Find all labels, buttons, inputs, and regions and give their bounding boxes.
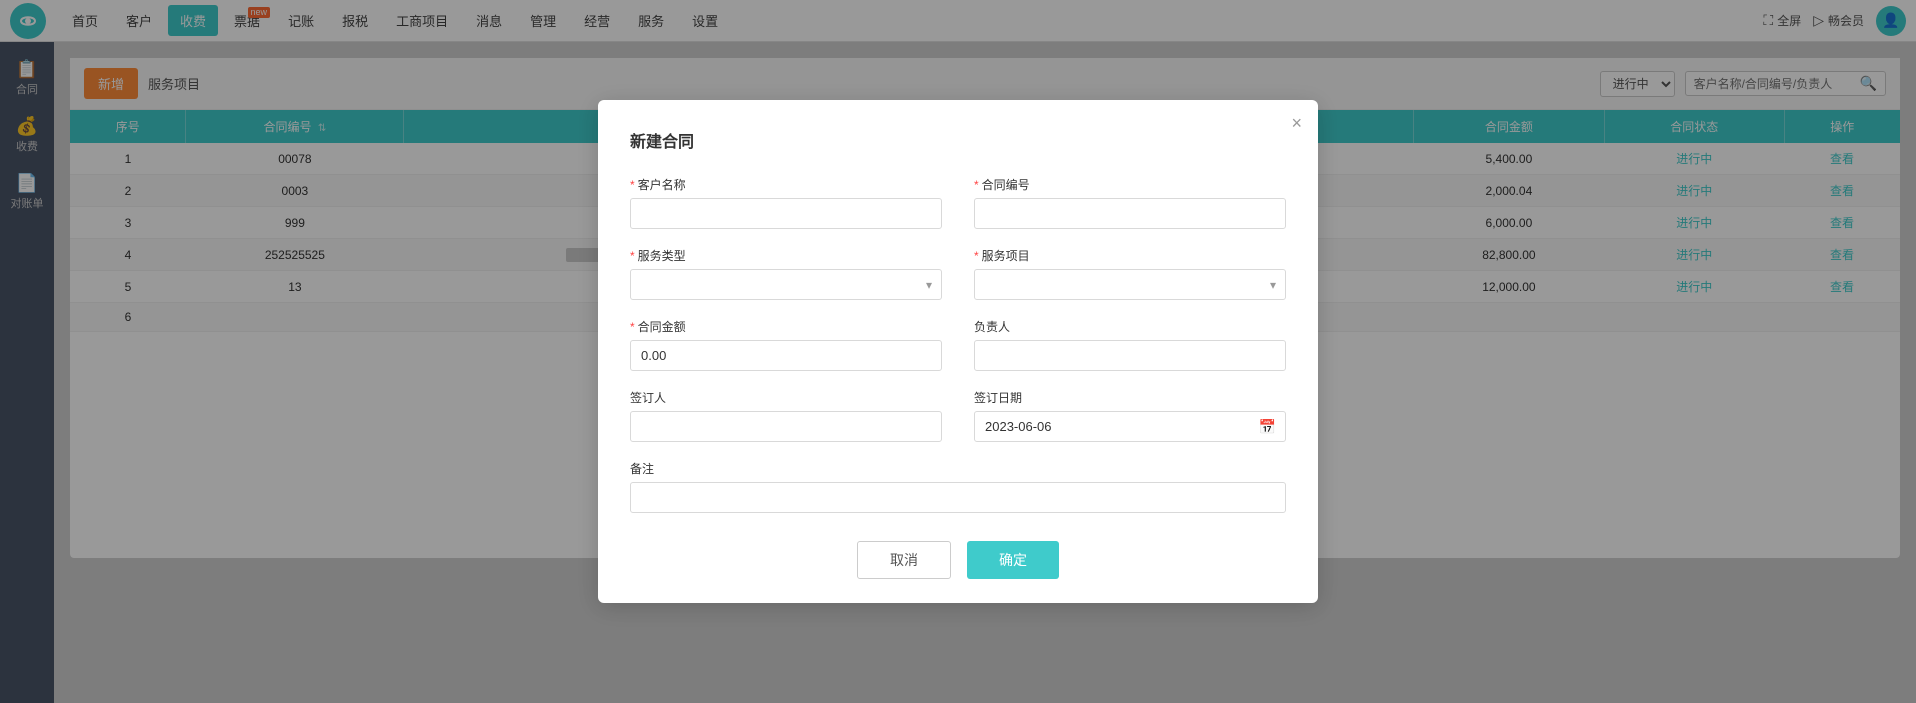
input-responsible[interactable] — [974, 340, 1286, 371]
required-star-2: * — [974, 178, 979, 192]
field-service-item: * 服务项目 ▾ — [974, 247, 1286, 300]
label-service-item: * 服务项目 — [974, 247, 1286, 264]
input-amount[interactable] — [630, 340, 942, 371]
field-amount: * 合同金额 — [630, 318, 942, 371]
field-responsible: 负责人 — [974, 318, 1286, 371]
cancel-button[interactable]: 取消 — [857, 541, 951, 579]
modal-overlay[interactable]: 新建合同 × * 客户名称 * 合同编号 — [0, 0, 1916, 703]
required-star-4: * — [974, 249, 979, 263]
required-star: * — [630, 178, 635, 192]
field-contract-no: * 合同编号 — [974, 176, 1286, 229]
date-wrap: 📅 — [974, 411, 1286, 442]
field-note: 备注 — [630, 460, 1286, 513]
input-contract-no[interactable] — [974, 198, 1286, 229]
modal: 新建合同 × * 客户名称 * 合同编号 — [598, 100, 1318, 603]
input-signer[interactable] — [630, 411, 942, 442]
field-customer-name: * 客户名称 — [630, 176, 942, 229]
label-signer: 签订人 — [630, 389, 942, 406]
service-type-select-wrap: ▾ — [630, 269, 942, 300]
label-amount: * 合同金额 — [630, 318, 942, 335]
form-grid: * 客户名称 * 合同编号 * 服务类型 — [630, 176, 1286, 513]
select-service-type[interactable] — [630, 269, 942, 300]
label-note: 备注 — [630, 460, 1286, 477]
service-item-select-wrap: ▾ — [974, 269, 1286, 300]
modal-close-button[interactable]: × — [1291, 114, 1302, 132]
field-service-type: * 服务类型 ▾ — [630, 247, 942, 300]
label-sign-date: 签订日期 — [974, 389, 1286, 406]
input-customer-name[interactable] — [630, 198, 942, 229]
input-sign-date[interactable] — [974, 411, 1286, 442]
confirm-button[interactable]: 确定 — [967, 541, 1059, 579]
required-star-3: * — [630, 249, 635, 263]
label-contract-no: * 合同编号 — [974, 176, 1286, 193]
modal-title: 新建合同 — [630, 128, 1286, 152]
field-signer: 签订人 — [630, 389, 942, 442]
modal-footer: 取消 确定 — [630, 541, 1286, 579]
select-service-item[interactable] — [974, 269, 1286, 300]
label-responsible: 负责人 — [974, 318, 1286, 335]
label-service-type: * 服务类型 — [630, 247, 942, 264]
label-customer-name: * 客户名称 — [630, 176, 942, 193]
input-note[interactable] — [630, 482, 1286, 513]
required-star-5: * — [630, 320, 635, 334]
field-sign-date: 签订日期 📅 — [974, 389, 1286, 442]
calendar-icon[interactable]: 📅 — [1259, 418, 1276, 435]
